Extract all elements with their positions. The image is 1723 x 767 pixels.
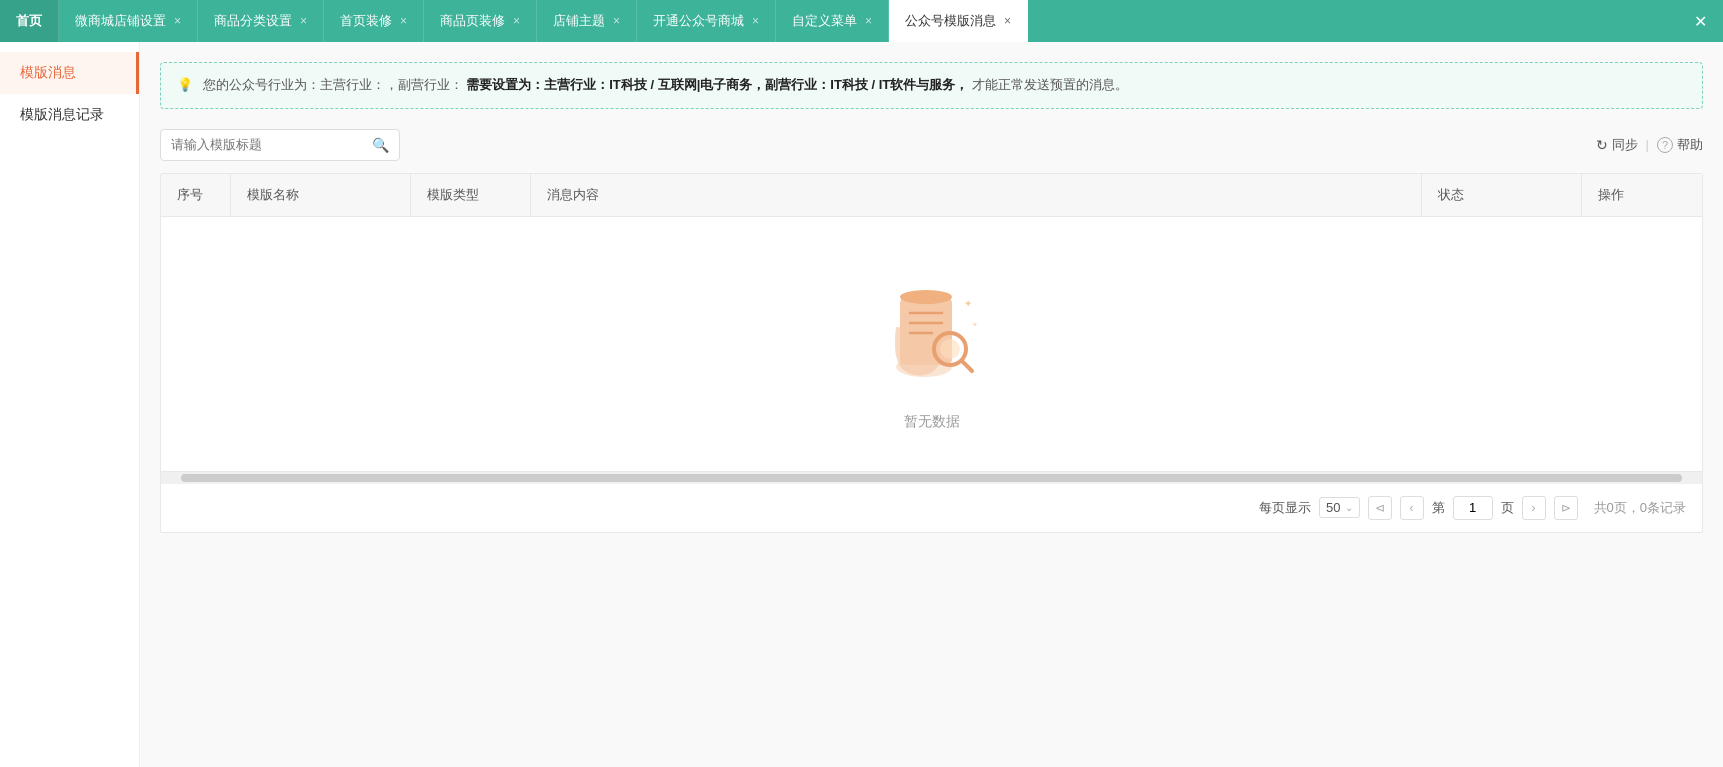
col-type: 模版类型 [411, 174, 531, 216]
tab-home-decor-label: 首页装修 [340, 12, 392, 30]
help-button[interactable]: ? 帮助 [1657, 136, 1703, 154]
tab-open-shop-close[interactable]: × [752, 14, 759, 28]
info-banner: 💡 您的公众号行业为：主营行业：，副营行业： 需要设置为：主营行业：IT科技 /… [160, 62, 1703, 109]
help-icon: ? [1657, 137, 1673, 153]
tab-home-label: 首页 [16, 12, 42, 30]
svg-point-7 [940, 339, 960, 359]
tab-wechat-shop[interactable]: 微商城店铺设置 × [59, 0, 198, 42]
sidebar-item-template-msg[interactable]: 模版消息 [0, 52, 139, 94]
page-next-button[interactable]: › [1522, 496, 1546, 520]
page-label-pre: 第 [1432, 499, 1445, 517]
tab-wechat-shop-close[interactable]: × [174, 14, 181, 28]
page-label-post: 页 [1501, 499, 1514, 517]
page-first-button[interactable]: ⊲ [1368, 496, 1392, 520]
tab-home[interactable]: 首页 [0, 0, 59, 42]
tab-template-msg-label: 公众号模版消息 [905, 12, 996, 30]
horizontal-scrollbar[interactable] [161, 471, 1702, 483]
empty-illustration: ✦ ✦ [872, 277, 992, 397]
tab-open-shop[interactable]: 开通公众号商城 × [637, 0, 776, 42]
tab-template-msg[interactable]: 公众号模版消息 × [889, 0, 1028, 42]
tab-shop-theme[interactable]: 店铺主题 × [537, 0, 637, 42]
help-label: 帮助 [1677, 136, 1703, 154]
sync-icon: ↻ [1596, 137, 1608, 153]
svg-text:✦: ✦ [972, 321, 978, 328]
sidebar-item-template-log[interactable]: 模版消息记录 [0, 94, 139, 136]
page-total: 共0页，0条记录 [1594, 499, 1686, 517]
search-bar: 🔍 ↻ 同步 | ? 帮助 [160, 129, 1703, 161]
tab-home-decor[interactable]: 首页装修 × [324, 0, 424, 42]
content-area: 💡 您的公众号行业为：主营行业：，副营行业： 需要设置为：主营行业：IT科技 /… [140, 42, 1723, 767]
tab-home-decor-close[interactable]: × [400, 14, 407, 28]
tab-template-msg-close[interactable]: × [1004, 14, 1011, 28]
col-action: 操作 [1582, 174, 1702, 216]
data-table: 序号 模版名称 模版类型 消息内容 状态 操作 [160, 173, 1703, 533]
sidebar-item-template-msg-label: 模版消息 [20, 64, 76, 80]
empty-text: 暂无数据 [904, 413, 960, 431]
tab-product-decor-close[interactable]: × [513, 14, 520, 28]
toolbar-divider: | [1646, 137, 1649, 152]
search-input-wrap[interactable]: 🔍 [160, 129, 400, 161]
svg-line-8 [962, 361, 972, 371]
tab-product-category-label: 商品分类设置 [214, 12, 292, 30]
svg-text:✦: ✦ [964, 298, 972, 309]
tab-product-decor[interactable]: 商品页装修 × [424, 0, 537, 42]
info-highlight: 需要设置为：主营行业：IT科技 / 互联网|电子商务，副营行业：IT科技 / I… [466, 77, 968, 92]
per-page-value: 50 [1326, 500, 1340, 515]
search-input[interactable] [171, 137, 368, 152]
empty-state: ✦ ✦ 暂无数据 [161, 217, 1702, 471]
table-header: 序号 模版名称 模版类型 消息内容 状态 操作 [161, 174, 1702, 217]
col-name: 模版名称 [231, 174, 411, 216]
tab-shop-theme-label: 店铺主题 [553, 12, 605, 30]
svg-point-5 [900, 290, 952, 304]
tab-bar: 首页 微商城店铺设置 × 商品分类设置 × 首页装修 × 商品页装修 × 店铺主… [0, 0, 1723, 42]
info-prefix: 您的公众号行业为：主营行业：，副营行业： [203, 77, 463, 92]
tab-shop-theme-close[interactable]: × [613, 14, 620, 28]
page-last-button[interactable]: ⊳ [1554, 496, 1578, 520]
main-layout: 模版消息 模版消息记录 💡 您的公众号行业为：主营行业：，副营行业： 需要设置为… [0, 42, 1723, 767]
sidebar: 模版消息 模版消息记录 [0, 42, 140, 767]
pagination: 每页显示 50 ⌄ ⊲ ‹ 第 页 › ⊳ 共0页，0条记录 [161, 483, 1702, 532]
col-index: 序号 [161, 174, 231, 216]
tab-wechat-shop-label: 微商城店铺设置 [75, 12, 166, 30]
per-page-select[interactable]: 50 ⌄ [1319, 497, 1359, 518]
scrollbar-thumb[interactable] [181, 474, 1682, 482]
tab-custom-menu-label: 自定义菜单 [792, 12, 857, 30]
sidebar-item-template-log-label: 模版消息记录 [20, 106, 104, 122]
sync-button[interactable]: ↻ 同步 [1596, 136, 1638, 154]
tab-bar-close-all[interactable]: ✕ [1678, 0, 1723, 42]
search-icon[interactable]: 🔍 [372, 137, 389, 153]
col-status: 状态 [1422, 174, 1582, 216]
tab-product-category[interactable]: 商品分类设置 × [198, 0, 324, 42]
tab-custom-menu[interactable]: 自定义菜单 × [776, 0, 889, 42]
tab-product-decor-label: 商品页装修 [440, 12, 505, 30]
page-prev-button[interactable]: ‹ [1400, 496, 1424, 520]
per-page-label: 每页显示 [1259, 499, 1311, 517]
toolbar-right: ↻ 同步 | ? 帮助 [1596, 136, 1703, 154]
tab-custom-menu-close[interactable]: × [865, 14, 872, 28]
tab-open-shop-label: 开通公众号商城 [653, 12, 744, 30]
info-suffix: 才能正常发送预置的消息。 [972, 77, 1128, 92]
tab-product-category-close[interactable]: × [300, 14, 307, 28]
bulb-icon: 💡 [177, 77, 193, 92]
page-input[interactable] [1453, 496, 1493, 520]
sync-label: 同步 [1612, 136, 1638, 154]
col-content: 消息内容 [531, 174, 1422, 216]
per-page-chevron: ⌄ [1345, 502, 1353, 513]
